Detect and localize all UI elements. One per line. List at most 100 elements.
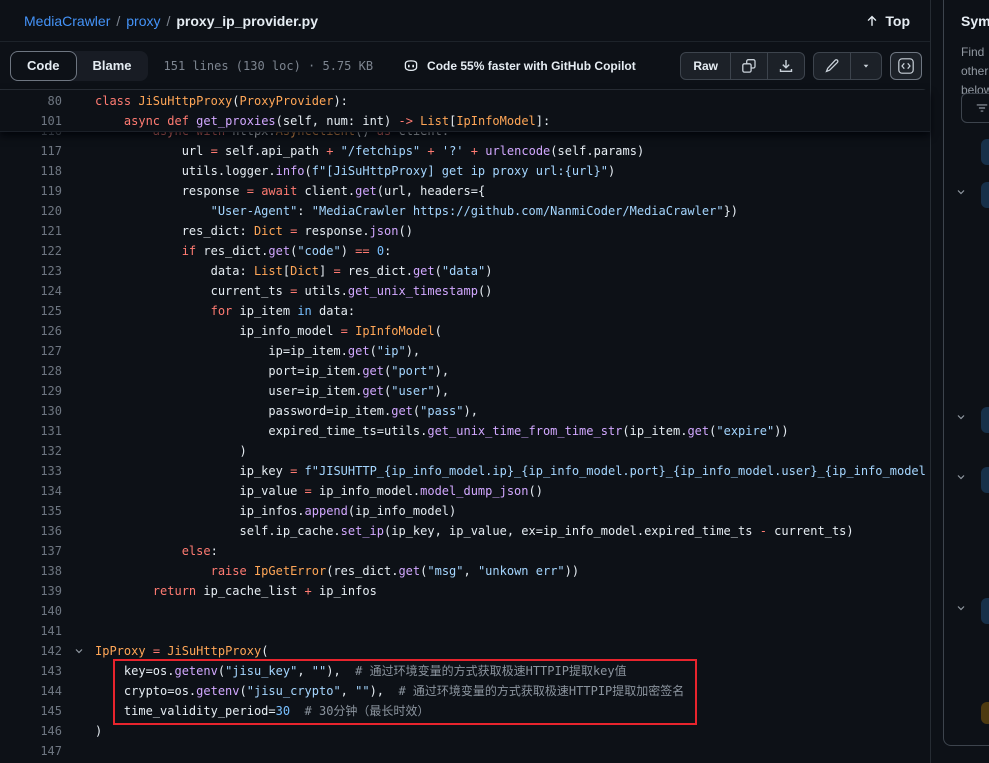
symbol-filter-input[interactable] — [961, 93, 989, 123]
code-line: 139 return ip_cache_list + ip_infos — [0, 581, 930, 601]
code-line-text: expired_time_ts=utils.get_unix_time_from… — [95, 421, 789, 441]
code-line-text: ip_infos.append(ip_info_model) — [95, 501, 456, 521]
gutter-spacer — [62, 261, 95, 281]
line-number[interactable]: 129 — [0, 381, 62, 401]
symbol-item-fragment[interactable] — [981, 139, 989, 165]
code-line-text: for ip_item in data: — [95, 301, 355, 321]
tab-blame[interactable]: Blame — [77, 51, 148, 81]
line-number[interactable]: 138 — [0, 561, 62, 581]
code-line-text: res_dict: Dict = response.json() — [95, 221, 413, 241]
line-number[interactable]: 143 — [0, 661, 62, 681]
line-number[interactable]: 125 — [0, 301, 62, 321]
side-region: Sym Find other below — [932, 0, 989, 763]
file-stats: 151 lines (130 loc) · 5.75 KB — [164, 59, 374, 73]
filter-icon — [975, 101, 989, 115]
symbol-item-fragment[interactable] — [981, 182, 989, 208]
line-number[interactable]: 141 — [0, 621, 62, 641]
line-number[interactable]: 118 — [0, 161, 62, 181]
symbol-item-fragment[interactable] — [981, 702, 989, 724]
code-line-text: url = self.api_path + "/fetchips" + '?' … — [95, 141, 644, 161]
back-to-top-link[interactable]: Top — [865, 13, 910, 29]
line-number[interactable]: 135 — [0, 501, 62, 521]
code-line: 142IpProxy = JiSuHttpProxy( — [0, 641, 930, 661]
gutter-spacer — [62, 221, 95, 241]
chevron-down-icon[interactable] — [955, 471, 967, 483]
caret-down-icon — [861, 61, 871, 71]
line-number[interactable]: 145 — [0, 701, 62, 721]
line-number[interactable]: 146 — [0, 721, 62, 741]
line-number[interactable]: 136 — [0, 521, 62, 541]
copilot-icon — [403, 58, 419, 74]
code-line: 140 — [0, 601, 930, 621]
line-number[interactable]: 147 — [0, 741, 62, 761]
symbol-item-fragment[interactable] — [981, 467, 989, 493]
line-number[interactable]: 134 — [0, 481, 62, 501]
code-line: 122 if res_dict.get("code") == 0: — [0, 241, 930, 261]
gutter-spacer — [62, 301, 95, 321]
gutter-spacer — [62, 621, 95, 641]
chevron-down-icon[interactable] — [955, 186, 967, 198]
symbol-item-fragment[interactable] — [981, 598, 989, 624]
line-number[interactable]: 124 — [0, 281, 62, 301]
line-number[interactable]: 128 — [0, 361, 62, 381]
line-number[interactable]: 137 — [0, 541, 62, 561]
line-number[interactable]: 120 — [0, 201, 62, 221]
chevron-down-icon[interactable] — [955, 411, 967, 423]
copilot-banner[interactable]: Code 55% faster with GitHub Copilot — [403, 58, 636, 74]
gutter-spacer — [62, 461, 95, 481]
tab-code[interactable]: Code — [10, 51, 77, 81]
code-line-text: ) — [95, 721, 102, 741]
gutter-spacer — [62, 401, 95, 421]
code-line: 131 expired_time_ts=utils.get_unix_time_… — [0, 421, 930, 441]
breadcrumb-folder-link[interactable]: proxy — [126, 13, 160, 29]
line-number[interactable]: 121 — [0, 221, 62, 241]
line-number[interactable]: 133 — [0, 461, 62, 481]
gutter-spacer — [62, 741, 95, 761]
line-number[interactable]: 131 — [0, 421, 62, 441]
line-number[interactable]: 142 — [0, 641, 62, 661]
code-line: 135 ip_infos.append(ip_info_model) — [0, 501, 930, 521]
sticky-context-lines: 80class JiSuHttpProxy(ProxyProvider):101… — [0, 90, 930, 132]
code-line: 143 key=os.getenv("jisu_key", ""), # 通过环… — [0, 661, 930, 681]
line-number[interactable]: 116 — [0, 132, 62, 141]
line-number[interactable]: 139 — [0, 581, 62, 601]
line-number[interactable]: 123 — [0, 261, 62, 281]
raw-actions-group: Raw — [680, 52, 805, 80]
gutter-spacer — [62, 481, 95, 501]
line-number[interactable]: 122 — [0, 241, 62, 261]
code-line: 123 data: List[Dict] = res_dict.get("dat… — [0, 261, 930, 281]
code-line: 80class JiSuHttpProxy(ProxyProvider): — [0, 91, 930, 111]
code-line-text: async def get_proxies(self, num: int) ->… — [95, 111, 550, 131]
code-line: 118 utils.logger.info(f"[JiSuHttpProxy] … — [0, 161, 930, 181]
chevron-down-icon[interactable] — [955, 602, 967, 614]
gutter-spacer — [62, 421, 95, 441]
line-number[interactable]: 130 — [0, 401, 62, 421]
main-column: MediaCrawler/proxy/proxy_ip_provider.py … — [0, 0, 931, 763]
line-number[interactable]: 140 — [0, 601, 62, 621]
line-number[interactable]: 127 — [0, 341, 62, 361]
symbol-item-fragment[interactable] — [981, 407, 989, 433]
line-number[interactable]: 119 — [0, 181, 62, 201]
gutter-spacer — [62, 721, 95, 741]
line-number[interactable]: 144 — [0, 681, 62, 701]
code-line-text: crypto=os.getenv("jisu_crypto", ""), # 通… — [95, 681, 684, 701]
line-number[interactable]: 80 — [0, 91, 62, 111]
edit-button[interactable] — [814, 53, 850, 79]
breadcrumb-separator: / — [166, 13, 170, 29]
symbols-toggle-button[interactable] — [890, 52, 922, 80]
code-line: 101 async def get_proxies(self, num: int… — [0, 111, 930, 131]
code-line-text: data: List[Dict] = res_dict.get("data") — [95, 261, 492, 281]
breadcrumb-repo-link[interactable]: MediaCrawler — [24, 13, 110, 29]
line-number[interactable]: 101 — [0, 111, 62, 131]
download-button[interactable] — [767, 53, 804, 79]
code-scroll-area[interactable]: 116 async with httpx.AsyncClient() as cl… — [0, 132, 930, 763]
line-number[interactable]: 126 — [0, 321, 62, 341]
copy-button[interactable] — [730, 53, 767, 79]
raw-button[interactable]: Raw — [681, 53, 730, 79]
collapse-chevron-icon[interactable] — [62, 641, 95, 661]
edit-dropdown-button[interactable] — [850, 53, 881, 79]
line-number[interactable]: 117 — [0, 141, 62, 161]
gutter-spacer — [62, 241, 95, 261]
code-line: 116 async with httpx.AsyncClient() as cl… — [0, 132, 930, 141]
line-number[interactable]: 132 — [0, 441, 62, 461]
